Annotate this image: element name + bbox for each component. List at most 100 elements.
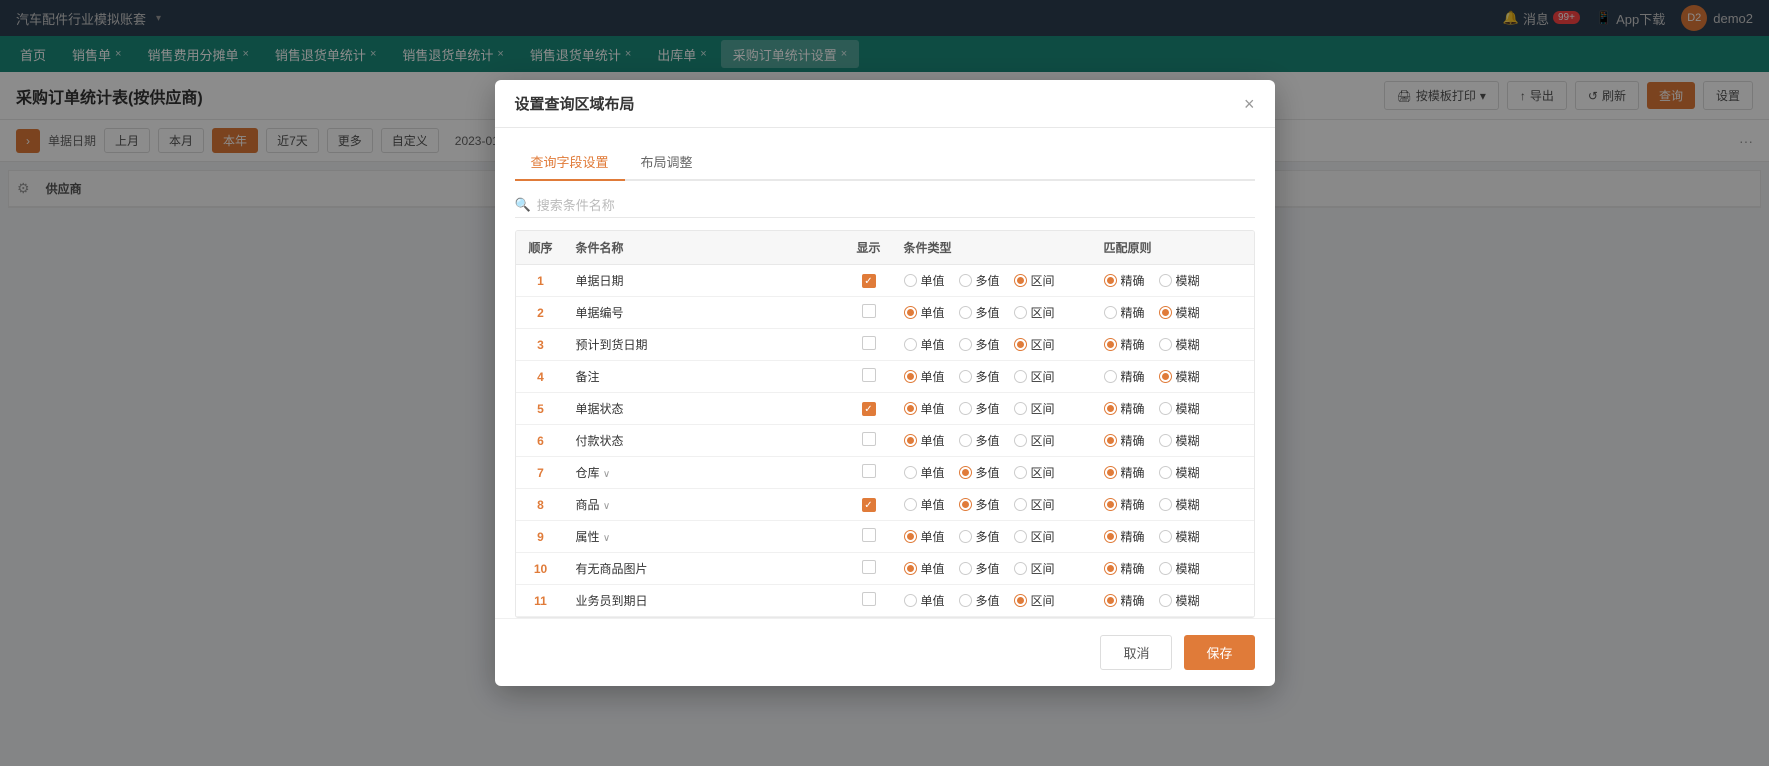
type-radio-item[interactable]: 区间 [1014, 304, 1055, 321]
display-checkbox[interactable] [862, 464, 876, 478]
table-row: 6付款状态单值多值区间精确模糊 [516, 425, 1254, 457]
display-checkbox[interactable] [862, 336, 876, 350]
save-button[interactable]: 保存 [1184, 635, 1254, 670]
type-radio-item[interactable]: 单值 [904, 368, 945, 385]
tab-layout[interactable]: 布局调整 [625, 144, 709, 181]
match-radio-item[interactable]: 精确 [1104, 272, 1145, 289]
row-order: 6 [516, 425, 566, 457]
match-radio-item[interactable]: 模糊 [1159, 400, 1200, 417]
display-checkbox[interactable] [862, 592, 876, 606]
radio-label: 多值 [976, 432, 1000, 449]
row-type: 单值多值区间 [894, 489, 1094, 521]
match-radio-item[interactable]: 精确 [1104, 560, 1145, 577]
row-type: 单值多值区间 [894, 521, 1094, 553]
radio-label: 单值 [921, 336, 945, 353]
type-radio-item[interactable]: 多值 [959, 432, 1000, 449]
type-radio-item[interactable]: 区间 [1014, 464, 1055, 481]
radio-label: 精确 [1121, 432, 1145, 449]
match-radio-item[interactable]: 精确 [1104, 400, 1145, 417]
type-radio-item[interactable]: 多值 [959, 464, 1000, 481]
row-name: 业务员到期日 [566, 585, 844, 617]
type-radio-item[interactable]: 单值 [904, 304, 945, 321]
tab-query-fields[interactable]: 查询字段设置 [515, 144, 625, 181]
type-radio-item[interactable]: 区间 [1014, 432, 1055, 449]
radio-outer [959, 594, 972, 607]
radio-label: 单值 [921, 592, 945, 609]
match-radio-item[interactable]: 模糊 [1159, 592, 1200, 609]
match-radio-item[interactable]: 精确 [1104, 464, 1145, 481]
match-radio-item[interactable]: 模糊 [1159, 496, 1200, 513]
match-radio-item[interactable]: 模糊 [1159, 528, 1200, 545]
type-radio-item[interactable]: 多值 [959, 304, 1000, 321]
radio-outer [1104, 530, 1117, 543]
radio-label: 精确 [1121, 560, 1145, 577]
match-radio-item[interactable]: 精确 [1104, 496, 1145, 513]
type-radio-item[interactable]: 多值 [959, 528, 1000, 545]
match-radio-item[interactable]: 精确 [1104, 432, 1145, 449]
match-radio-item[interactable]: 模糊 [1159, 304, 1200, 321]
match-radio-item[interactable]: 精确 [1104, 336, 1145, 353]
dialog-close-button[interactable]: × [1244, 95, 1255, 113]
display-checkbox[interactable] [862, 528, 876, 542]
radio-outer [1014, 338, 1027, 351]
match-radio-item[interactable]: 模糊 [1159, 368, 1200, 385]
type-radio-item[interactable]: 多值 [959, 272, 1000, 289]
type-radio-item[interactable]: 多值 [959, 592, 1000, 609]
match-radio-item[interactable]: 模糊 [1159, 336, 1200, 353]
type-radio-item[interactable]: 多值 [959, 336, 1000, 353]
type-radio-item[interactable]: 多值 [959, 496, 1000, 513]
radio-outer [1104, 274, 1117, 287]
row-name: 单据状态 [566, 393, 844, 425]
type-radio-item[interactable]: 区间 [1014, 336, 1055, 353]
match-radio-item[interactable]: 精确 [1104, 368, 1145, 385]
display-checkbox[interactable] [862, 432, 876, 446]
radio-label: 模糊 [1176, 496, 1200, 513]
type-radio-item[interactable]: 单值 [904, 432, 945, 449]
radio-outer [1014, 274, 1027, 287]
type-radio-item[interactable]: 单值 [904, 592, 945, 609]
match-radio-item[interactable]: 模糊 [1159, 464, 1200, 481]
type-radio-item[interactable]: 区间 [1014, 400, 1055, 417]
radio-outer [1159, 466, 1172, 479]
radio-label: 区间 [1031, 368, 1055, 385]
display-checkbox[interactable] [862, 402, 876, 416]
row-order: 8 [516, 489, 566, 521]
radio-outer [1159, 370, 1172, 383]
display-checkbox[interactable] [862, 560, 876, 574]
match-radio-item[interactable]: 精确 [1104, 304, 1145, 321]
display-checkbox[interactable] [862, 368, 876, 382]
type-radio-item[interactable]: 多值 [959, 560, 1000, 577]
search-input[interactable] [537, 198, 1255, 213]
match-radio-item[interactable]: 模糊 [1159, 432, 1200, 449]
type-radio-item[interactable]: 单值 [904, 400, 945, 417]
row-display [844, 457, 894, 489]
type-radio-item[interactable]: 单值 [904, 464, 945, 481]
type-radio-item[interactable]: 区间 [1014, 592, 1055, 609]
type-radio-item[interactable]: 区间 [1014, 272, 1055, 289]
type-radio-item[interactable]: 单值 [904, 528, 945, 545]
type-radio-item[interactable]: 多值 [959, 368, 1000, 385]
cancel-button[interactable]: 取消 [1100, 635, 1172, 670]
match-radio-item[interactable]: 精确 [1104, 528, 1145, 545]
type-radio-item[interactable]: 单值 [904, 336, 945, 353]
type-radio-item[interactable]: 区间 [1014, 560, 1055, 577]
type-radio-item[interactable]: 单值 [904, 560, 945, 577]
display-checkbox[interactable] [862, 498, 876, 512]
row-type: 单值多值区间 [894, 457, 1094, 489]
radio-label: 多值 [976, 560, 1000, 577]
display-checkbox[interactable] [862, 304, 876, 318]
type-radio-item[interactable]: 单值 [904, 496, 945, 513]
type-radio-item[interactable]: 单值 [904, 272, 945, 289]
type-radio-item[interactable]: 区间 [1014, 528, 1055, 545]
display-checkbox[interactable] [862, 274, 876, 288]
match-radio-item[interactable]: 精确 [1104, 592, 1145, 609]
row-display [844, 521, 894, 553]
match-radio-item[interactable]: 模糊 [1159, 560, 1200, 577]
type-radio-item[interactable]: 多值 [959, 400, 1000, 417]
type-radio-item[interactable]: 区间 [1014, 496, 1055, 513]
radio-outer [904, 466, 917, 479]
match-radio-item[interactable]: 模糊 [1159, 272, 1200, 289]
type-radio-item[interactable]: 区间 [1014, 368, 1055, 385]
radio-outer [1159, 274, 1172, 287]
radio-outer [904, 274, 917, 287]
